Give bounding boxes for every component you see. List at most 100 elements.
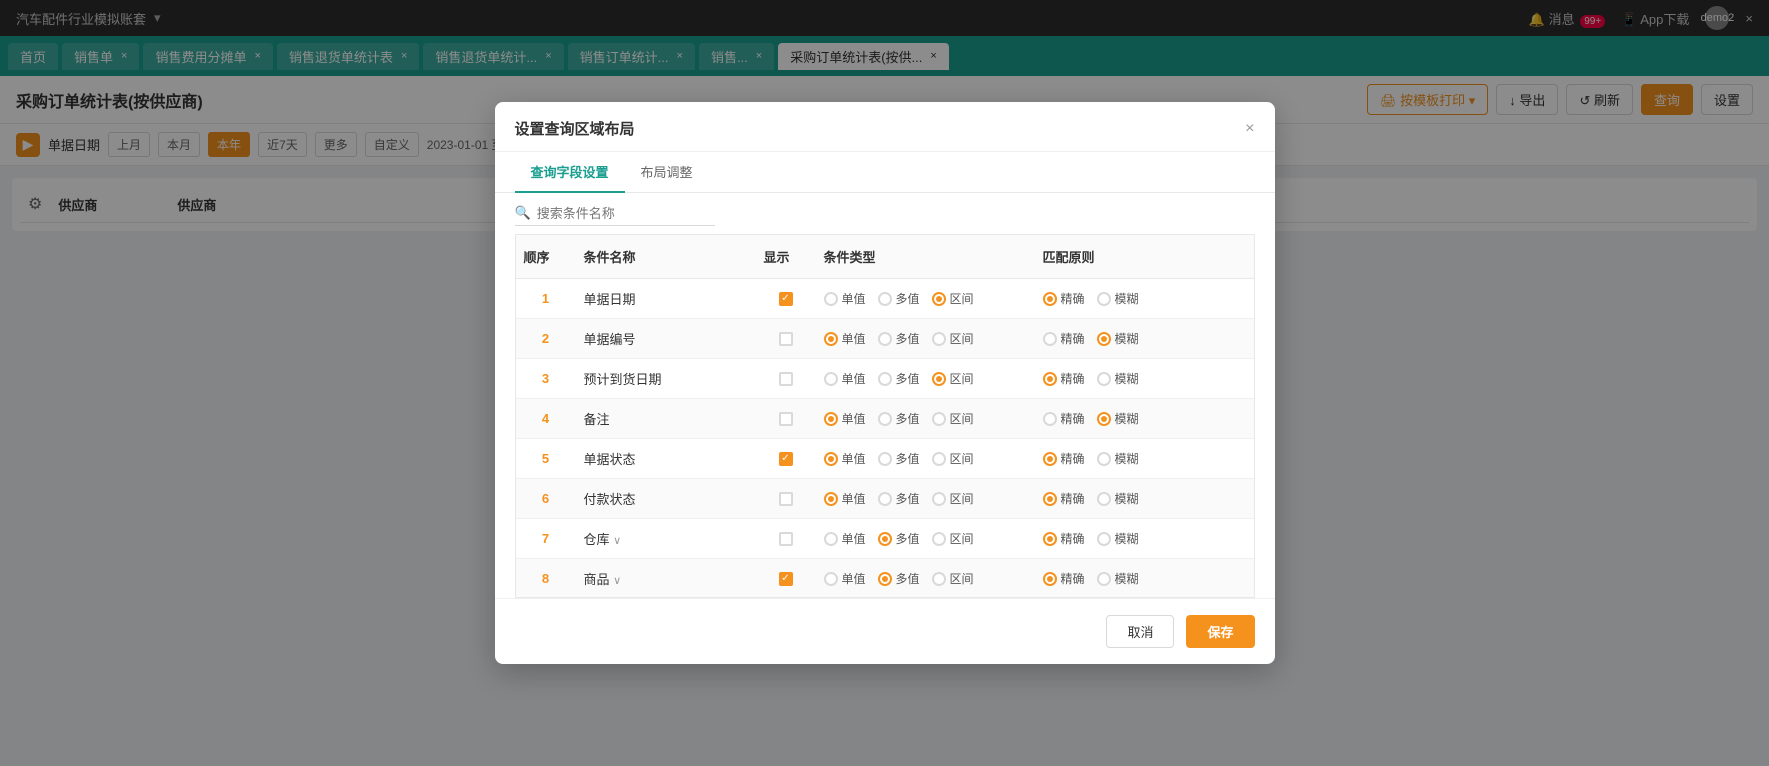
radio-dot-range[interactable] xyxy=(932,332,946,346)
radio-dot-multi[interactable] xyxy=(878,572,892,586)
radio-exact[interactable]: 精确 xyxy=(1043,290,1085,307)
radio-dot-fuzzy[interactable] xyxy=(1097,492,1111,506)
radio-range[interactable]: 区间 xyxy=(932,370,974,387)
radio-exact[interactable]: 精确 xyxy=(1043,530,1085,547)
radio-dot-exact[interactable] xyxy=(1043,492,1057,506)
radio-single[interactable]: 单值 xyxy=(824,290,866,307)
radio-dot-exact[interactable] xyxy=(1043,332,1057,346)
radio-dot-exact[interactable] xyxy=(1043,412,1057,426)
radio-dot-single[interactable] xyxy=(824,412,838,426)
radio-dot-multi[interactable] xyxy=(878,412,892,426)
radio-exact[interactable]: 精确 xyxy=(1043,570,1085,587)
radio-exact[interactable]: 精确 xyxy=(1043,410,1085,427)
radio-dot-range[interactable] xyxy=(932,452,946,466)
radio-dot-multi[interactable] xyxy=(878,532,892,546)
radio-dot-single[interactable] xyxy=(824,372,838,386)
radio-multi[interactable]: 多值 xyxy=(878,370,920,387)
radio-dot-range[interactable] xyxy=(932,412,946,426)
radio-multi[interactable]: 多值 xyxy=(878,410,920,427)
radio-multi[interactable]: 多值 xyxy=(878,290,920,307)
radio-dot-fuzzy[interactable] xyxy=(1097,572,1111,586)
radio-dot-multi[interactable] xyxy=(878,372,892,386)
radio-range[interactable]: 区间 xyxy=(932,330,974,347)
checkbox[interactable] xyxy=(779,452,793,466)
radio-dot-range[interactable] xyxy=(932,372,946,386)
radio-dot-multi[interactable] xyxy=(878,332,892,346)
radio-multi[interactable]: 多值 xyxy=(878,450,920,467)
radio-dot-single[interactable] xyxy=(824,532,838,546)
radio-dot-fuzzy[interactable] xyxy=(1097,452,1111,466)
radio-multi[interactable]: 多值 xyxy=(878,530,920,547)
radio-dot-fuzzy[interactable] xyxy=(1097,332,1111,346)
radio-range[interactable]: 区间 xyxy=(932,410,974,427)
radio-single[interactable]: 单值 xyxy=(824,490,866,507)
radio-fuzzy[interactable]: 模糊 xyxy=(1097,570,1139,587)
radio-range[interactable]: 区间 xyxy=(932,450,974,467)
radio-dot-single[interactable] xyxy=(824,452,838,466)
radio-dot-range[interactable] xyxy=(932,492,946,506)
radio-fuzzy[interactable]: 模糊 xyxy=(1097,330,1139,347)
save-button[interactable]: 保存 xyxy=(1186,615,1254,648)
cell-checkbox[interactable] xyxy=(756,566,816,592)
checkbox[interactable] xyxy=(779,572,793,586)
cell-checkbox[interactable] xyxy=(756,446,816,472)
radio-fuzzy[interactable]: 模糊 xyxy=(1097,410,1139,427)
checkbox[interactable] xyxy=(779,292,793,306)
radio-multi[interactable]: 多值 xyxy=(878,330,920,347)
radio-dot-range[interactable] xyxy=(932,292,946,306)
radio-dot-fuzzy[interactable] xyxy=(1097,412,1111,426)
radio-range[interactable]: 区间 xyxy=(932,570,974,587)
radio-dot-exact[interactable] xyxy=(1043,372,1057,386)
search-input[interactable] xyxy=(537,206,715,221)
radio-single[interactable]: 单值 xyxy=(824,570,866,587)
radio-single[interactable]: 单值 xyxy=(824,330,866,347)
radio-dot-range[interactable] xyxy=(932,532,946,546)
radio-dot-multi[interactable] xyxy=(878,492,892,506)
cell-checkbox[interactable] xyxy=(756,326,816,352)
radio-dot-single[interactable] xyxy=(824,572,838,586)
radio-dot-single[interactable] xyxy=(824,492,838,506)
radio-exact[interactable]: 精确 xyxy=(1043,330,1085,347)
dialog-close-button[interactable]: × xyxy=(1245,120,1254,138)
radio-dot-single[interactable] xyxy=(824,292,838,306)
radio-range[interactable]: 区间 xyxy=(932,490,974,507)
radio-dot-multi[interactable] xyxy=(878,452,892,466)
radio-dot-fuzzy[interactable] xyxy=(1097,292,1111,306)
radio-fuzzy[interactable]: 模糊 xyxy=(1097,490,1139,507)
radio-dot-exact[interactable] xyxy=(1043,532,1057,546)
radio-dot-range[interactable] xyxy=(932,572,946,586)
cell-checkbox[interactable] xyxy=(756,486,816,512)
radio-multi[interactable]: 多值 xyxy=(878,490,920,507)
radio-fuzzy[interactable]: 模糊 xyxy=(1097,530,1139,547)
radio-single[interactable]: 单值 xyxy=(824,370,866,387)
radio-exact[interactable]: 精确 xyxy=(1043,450,1085,467)
cell-checkbox[interactable] xyxy=(756,286,816,312)
radio-dot-fuzzy[interactable] xyxy=(1097,372,1111,386)
radio-multi[interactable]: 多值 xyxy=(878,570,920,587)
checkbox[interactable] xyxy=(779,372,793,386)
checkbox[interactable] xyxy=(779,412,793,426)
radio-dot-exact[interactable] xyxy=(1043,572,1057,586)
radio-range[interactable]: 区间 xyxy=(932,290,974,307)
radio-fuzzy[interactable]: 模糊 xyxy=(1097,450,1139,467)
radio-dot-single[interactable] xyxy=(824,332,838,346)
radio-exact[interactable]: 精确 xyxy=(1043,490,1085,507)
radio-fuzzy[interactable]: 模糊 xyxy=(1097,290,1139,307)
radio-dot-multi[interactable] xyxy=(878,292,892,306)
radio-dot-fuzzy[interactable] xyxy=(1097,532,1111,546)
radio-dot-exact[interactable] xyxy=(1043,292,1057,306)
dialog-tab-layout[interactable]: 布局调整 xyxy=(625,152,709,193)
checkbox[interactable] xyxy=(779,532,793,546)
cell-checkbox[interactable] xyxy=(756,406,816,432)
radio-fuzzy[interactable]: 模糊 xyxy=(1097,370,1139,387)
checkbox[interactable] xyxy=(779,332,793,346)
dialog-tab-query[interactable]: 查询字段设置 xyxy=(515,152,625,193)
radio-single[interactable]: 单值 xyxy=(824,410,866,427)
cell-checkbox[interactable] xyxy=(756,366,816,392)
radio-single[interactable]: 单值 xyxy=(824,450,866,467)
radio-single[interactable]: 单值 xyxy=(824,530,866,547)
radio-range[interactable]: 区间 xyxy=(932,530,974,547)
radio-exact[interactable]: 精确 xyxy=(1043,370,1085,387)
cancel-button[interactable]: 取消 xyxy=(1106,615,1174,648)
cell-checkbox[interactable] xyxy=(756,526,816,552)
